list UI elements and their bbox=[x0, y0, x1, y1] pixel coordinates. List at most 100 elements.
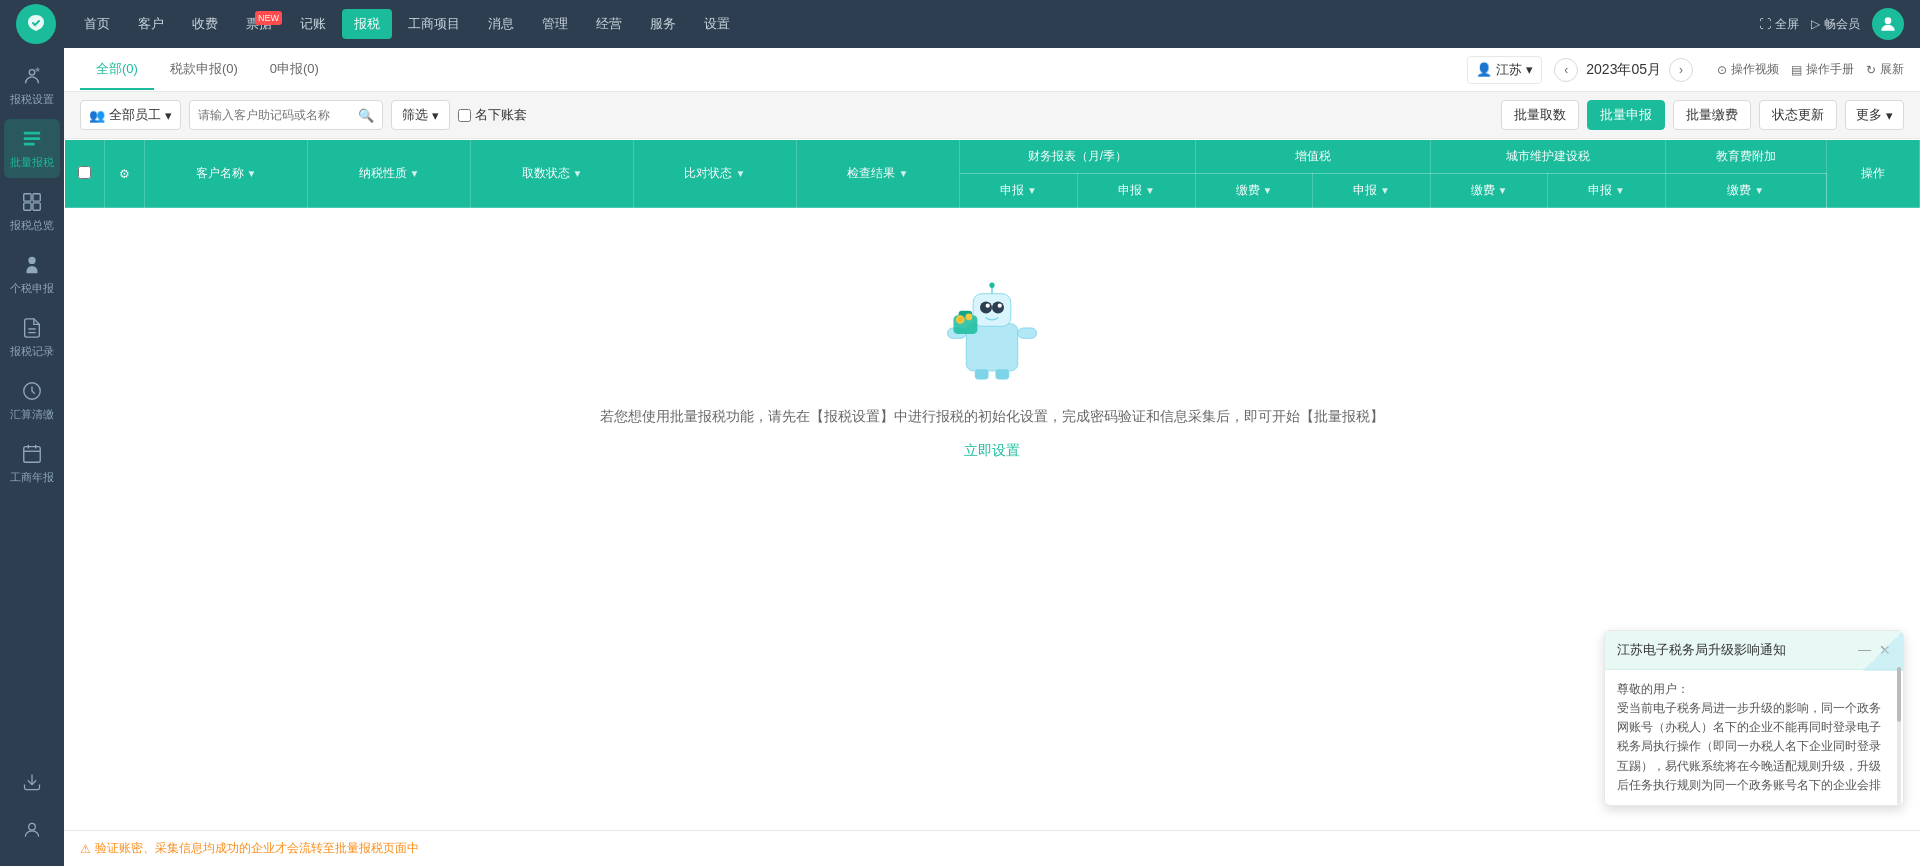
new-badge: NEW bbox=[255, 11, 282, 25]
sidebar-user-button[interactable] bbox=[12, 810, 52, 850]
setup-link[interactable]: 立即设置 bbox=[964, 442, 1020, 460]
status-update-button[interactable]: 状态更新 bbox=[1759, 100, 1837, 130]
staff-selector-icon: 👥 bbox=[89, 108, 105, 123]
svg-rect-28 bbox=[1018, 328, 1037, 338]
th-gear[interactable]: ⚙ bbox=[105, 140, 145, 208]
person-tax-icon bbox=[20, 253, 44, 277]
nav-fee[interactable]: 收费 bbox=[180, 9, 230, 39]
nav-items: 首页 客户 收费 票据 NEW 记账 报税 工商项目 消息 管理 经营 服务 设… bbox=[72, 9, 1759, 39]
th-city-tax: 城市维护建设税 bbox=[1430, 140, 1665, 174]
th-checkbox bbox=[65, 140, 105, 208]
refresh-icon: ↻ bbox=[1866, 63, 1876, 77]
svg-point-32 bbox=[958, 317, 963, 322]
search-input-wrap: 🔍 bbox=[189, 100, 383, 130]
svg-rect-6 bbox=[33, 194, 40, 201]
batch-fetch-button[interactable]: 批量取数 bbox=[1501, 100, 1579, 130]
tab-zero-declare[interactable]: 0申报(0) bbox=[254, 50, 335, 90]
tab-tax-declare[interactable]: 税款申报(0) bbox=[154, 50, 254, 90]
notification-header: 江苏电子税务局升级影响通知 — ✕ bbox=[1605, 631, 1903, 670]
sidebar-item-person-tax[interactable]: 个税申报 bbox=[4, 245, 60, 304]
batch-declare-button[interactable]: 批量申报 bbox=[1587, 100, 1665, 130]
top-navigation: 首页 客户 收费 票据 NEW 记账 报税 工商项目 消息 管理 经营 服务 设… bbox=[0, 0, 1920, 48]
nav-accounting[interactable]: 记账 bbox=[288, 9, 338, 39]
sidebar-item-records[interactable]: 报税记录 bbox=[4, 308, 60, 367]
sidebar: 报税设置 批量报税 报税总览 个税 bbox=[0, 48, 64, 866]
svg-rect-5 bbox=[24, 194, 31, 201]
th-fetch-status: 取数状态 ▼ bbox=[470, 140, 633, 208]
batch-pay-button[interactable]: 批量缴费 bbox=[1673, 100, 1751, 130]
toolbar-right-actions: 批量取数 批量申报 批量缴费 状态更新 更多 ▾ bbox=[1501, 100, 1904, 130]
operation-video-link[interactable]: ⊙ 操作视频 bbox=[1717, 61, 1779, 78]
sidebar-item-tax-settings[interactable]: 报税设置 bbox=[4, 56, 60, 115]
empty-state: 若您想使用批量报税功能，请先在【报税设置】中进行报税的初始化设置，完成密码验证和… bbox=[65, 208, 1920, 520]
th-operation: 操作 bbox=[1826, 140, 1919, 208]
th-city-declare: 申报 ▼ bbox=[1313, 174, 1430, 208]
sidebar-item-overview[interactable]: 报税总览 bbox=[4, 182, 60, 241]
notification-close-button[interactable]: ✕ bbox=[1879, 642, 1891, 658]
svg-point-0 bbox=[1885, 17, 1892, 24]
current-month: 2023年05月 bbox=[1586, 61, 1661, 79]
nav-settings[interactable]: 设置 bbox=[692, 9, 742, 39]
th-finance-report: 财务报表（月/季） bbox=[959, 140, 1195, 174]
notification-body: 尊敬的用户： 受当前电子税务局进一步升级的影响，同一个政务网账号（办税人）名下的… bbox=[1605, 670, 1903, 805]
sidebar-download-button[interactable] bbox=[12, 762, 52, 802]
staff-selector[interactable]: 👥 全部员工 ▾ bbox=[80, 100, 181, 130]
svg-rect-4 bbox=[24, 143, 35, 146]
notification-text: 尊敬的用户： 受当前电子税务局进一步升级的影响，同一个政务网账号（办税人）名下的… bbox=[1617, 680, 1891, 795]
region-icon: 👤 bbox=[1476, 62, 1492, 77]
nav-service[interactable]: 服务 bbox=[638, 9, 688, 39]
nav-operation[interactable]: 经营 bbox=[584, 9, 634, 39]
notification-minimize-button[interactable]: — bbox=[1858, 642, 1871, 657]
svg-point-9 bbox=[28, 257, 35, 264]
nav-home[interactable]: 首页 bbox=[72, 9, 122, 39]
th-client-name: 客户名称 ▼ bbox=[145, 140, 308, 208]
nav-business[interactable]: 工商项目 bbox=[396, 9, 472, 39]
annual-icon bbox=[20, 442, 44, 466]
nav-tax[interactable]: 报税 bbox=[342, 9, 392, 39]
svg-rect-7 bbox=[24, 203, 31, 210]
svg-rect-34 bbox=[975, 369, 989, 379]
nav-invoice[interactable]: 票据 NEW bbox=[234, 9, 284, 39]
tab-bar: 全部(0) 税款申报(0) 0申报(0) 👤 江苏 ▾ ‹ 2023年05月 ›… bbox=[64, 48, 1920, 92]
svg-point-18 bbox=[29, 823, 36, 830]
filter-button[interactable]: 筛选 ▾ bbox=[391, 100, 450, 130]
checkbox-input[interactable] bbox=[458, 109, 471, 122]
nav-manage[interactable]: 管理 bbox=[530, 9, 580, 39]
refresh-button[interactable]: ↻ 展新 bbox=[1866, 61, 1904, 78]
more-button[interactable]: 更多 ▾ bbox=[1845, 100, 1904, 130]
empty-robot-illustration bbox=[932, 268, 1052, 388]
sidebar-label-person-tax: 个税申报 bbox=[10, 281, 54, 296]
records-icon bbox=[20, 316, 44, 340]
search-icon: 🔍 bbox=[358, 108, 374, 123]
nav-message[interactable]: 消息 bbox=[476, 9, 526, 39]
next-month-button[interactable]: › bbox=[1669, 58, 1693, 82]
svg-rect-8 bbox=[33, 203, 40, 210]
vip-button[interactable]: ▷ 畅会员 bbox=[1811, 16, 1860, 33]
th-city-pay: 缴费 ▼ bbox=[1430, 174, 1547, 208]
search-input[interactable] bbox=[198, 108, 358, 122]
sidebar-item-batch-tax[interactable]: 批量报税 bbox=[4, 119, 60, 178]
user-avatar[interactable] bbox=[1872, 8, 1904, 40]
notification-panel: 江苏电子税务局升级影响通知 — ✕ 尊敬的用户： 受当前电子税务局进一步升级的影… bbox=[1604, 630, 1904, 806]
sidebar-item-annual[interactable]: 工商年报 bbox=[4, 434, 60, 493]
sidebar-label-tax-settings: 报税设置 bbox=[10, 92, 54, 107]
bottom-bar: ⚠ 验证账密、采集信息均成功的企业才会流转至批量报税页面中 bbox=[64, 830, 1920, 866]
svg-point-23 bbox=[986, 304, 990, 308]
book-icon: ▤ bbox=[1791, 63, 1802, 77]
warning-icon: ⚠ bbox=[80, 842, 91, 856]
top-nav-right: ⛶ 全屏 ▷ 畅会员 bbox=[1759, 8, 1904, 40]
nav-client[interactable]: 客户 bbox=[126, 9, 176, 39]
sidebar-item-settlement[interactable]: 汇算清缴 bbox=[4, 371, 60, 430]
select-all-checkbox[interactable] bbox=[78, 166, 91, 179]
month-navigator: ‹ 2023年05月 › bbox=[1554, 58, 1693, 82]
video-icon: ⊙ bbox=[1717, 63, 1727, 77]
sidebar-label-records: 报税记录 bbox=[10, 344, 54, 359]
name-accounts-checkbox[interactable]: 名下账套 bbox=[458, 106, 527, 124]
vip-icon: ▷ bbox=[1811, 17, 1820, 31]
region-selector[interactable]: 👤 江苏 ▾ bbox=[1467, 56, 1542, 84]
app-logo[interactable] bbox=[16, 4, 56, 44]
tab-all[interactable]: 全部(0) bbox=[80, 50, 154, 90]
fullscreen-button[interactable]: ⛶ 全屏 bbox=[1759, 16, 1799, 33]
operation-manual-link[interactable]: ▤ 操作手册 bbox=[1791, 61, 1854, 78]
prev-month-button[interactable]: ‹ bbox=[1554, 58, 1578, 82]
